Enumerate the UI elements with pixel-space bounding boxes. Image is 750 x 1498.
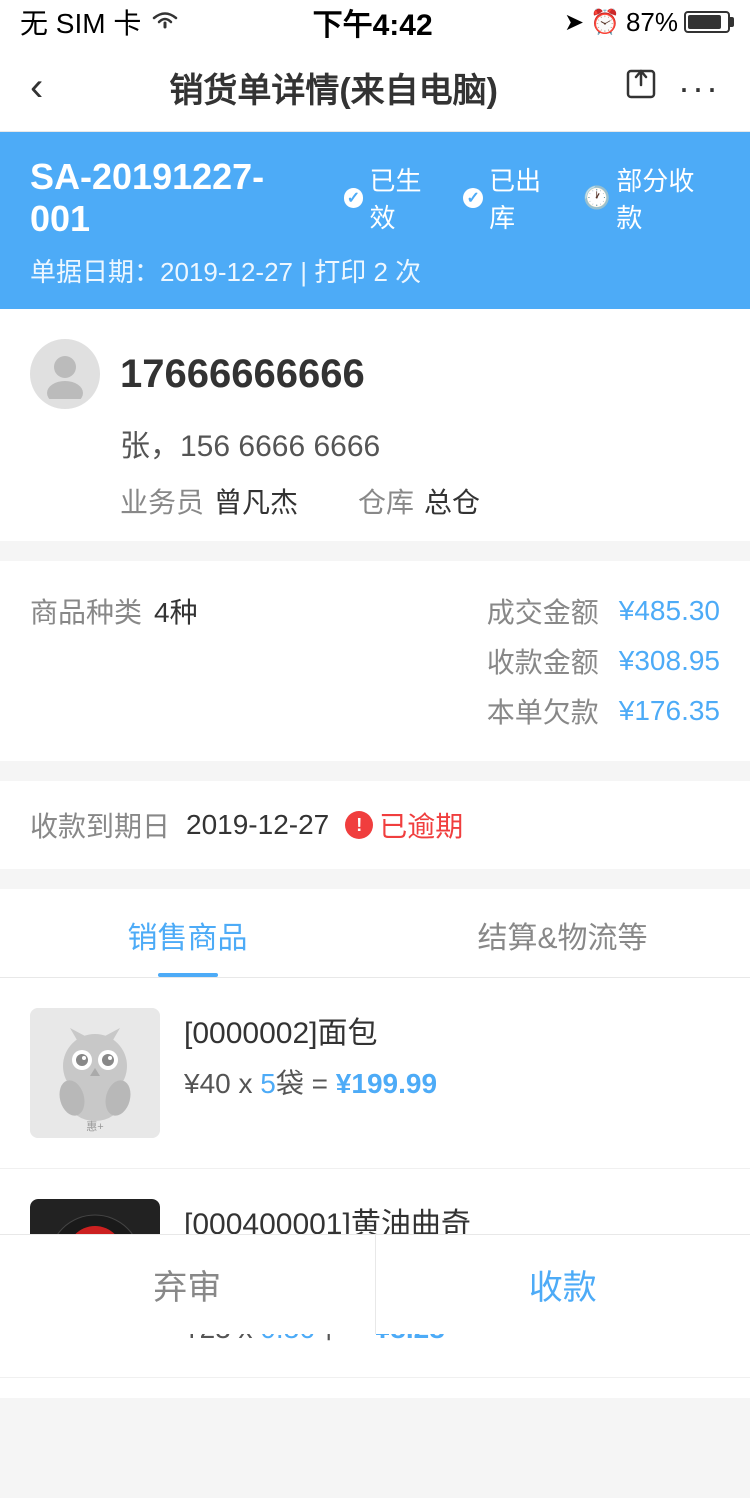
alarm-icon: ⏰	[590, 8, 620, 37]
collect-payment-button[interactable]: 收款	[376, 1235, 750, 1334]
order-id: SA-20191227-001	[30, 156, 324, 240]
tabs-row: 销售商品 结算&物流等	[0, 889, 750, 978]
bread-unit-price: ¥40	[184, 1068, 231, 1099]
amounts-right: 成交金额 ¥485.30 收款金额 ¥308.95 本单欠款 ¥176.35	[487, 591, 720, 731]
customer-meta: 业务员 曾凡杰 仓库 总仓	[30, 481, 720, 521]
nav-right-actions: ···	[624, 67, 720, 109]
nav-bar: ‹ 销货单详情(来自电脑) ···	[0, 44, 750, 132]
avatar	[30, 339, 100, 409]
overdue-badge: ! 已逾期	[345, 805, 463, 845]
battery-text: 87%	[626, 7, 678, 38]
status-partial-label: 部分收款	[616, 161, 720, 235]
salesperson-label: 业务员	[120, 481, 204, 521]
products-section: 惠+ [0000002]面包 ¥40 x 5袋 = ¥199.99	[0, 978, 750, 1398]
status-tag-partial: 🕐 部分收款	[583, 161, 720, 235]
warehouse-label: 仓库	[358, 481, 414, 521]
due-label: 收款到期日	[30, 805, 170, 845]
print-count: 2 次	[373, 257, 421, 287]
status-bar: 无 SIM 卡 下午4:42 ➤ ⏰ 87%	[0, 0, 750, 44]
amount-value: ¥485.30	[619, 595, 720, 627]
amount-row: 成交金额 ¥485.30	[487, 591, 720, 631]
status-tag-shipped: ✓ 已出库	[463, 161, 567, 235]
back-button[interactable]: ‹	[30, 65, 43, 110]
status-effective-label: 已生效	[369, 161, 447, 235]
order-date-row: 单据日期：2019-12-27 | 打印 2 次	[30, 252, 720, 289]
product-types: 商品种类 4种	[30, 591, 198, 631]
warehouse-item: 仓库 总仓	[358, 481, 480, 521]
amount-label: 成交金额	[487, 591, 599, 631]
status-shipped-label: 已出库	[489, 161, 567, 235]
salesperson-item: 业务员 曾凡杰	[120, 481, 298, 521]
shipped-dot: ✓	[463, 188, 483, 208]
page-title: 销货单详情(来自电脑)	[169, 63, 498, 112]
bread-qty: 5	[260, 1068, 276, 1099]
bread-unit: 袋	[276, 1068, 304, 1099]
bread-product-image: 惠+	[30, 1008, 160, 1138]
order-header: SA-20191227-001 ✓ 已生效 ✓ 已出库 🕐 部分收款 单据日期：…	[0, 132, 750, 309]
bread-total: ¥199.99	[336, 1068, 437, 1099]
more-products-indicator	[0, 1378, 750, 1398]
status-tags: ✓ 已生效 ✓ 已出库 🕐 部分收款	[344, 161, 721, 235]
more-icon[interactable]: ···	[678, 67, 720, 109]
battery-indicator	[684, 11, 730, 33]
status-right: ➤ ⏰ 87%	[564, 7, 730, 38]
order-id-row: SA-20191227-001 ✓ 已生效 ✓ 已出库 🕐 部分收款	[30, 156, 720, 240]
stats-section: 商品种类 4种 成交金额 ¥485.30 收款金额 ¥308.95 本单欠款 ¥…	[0, 561, 750, 761]
overdue-icon: !	[345, 811, 373, 839]
tab-settlement[interactable]: 结算&物流等	[375, 889, 750, 977]
share-icon[interactable]	[624, 67, 658, 109]
stats-row: 商品种类 4种 成交金额 ¥485.30 收款金额 ¥308.95 本单欠款 ¥…	[30, 591, 720, 731]
customer-phone-row: 张，156 6666 6666	[30, 421, 720, 465]
due-date-value: 2019-12-27	[186, 809, 329, 841]
cancel-audit-button[interactable]: 弃审	[0, 1235, 376, 1334]
customer-phone-number: 156 6666 6666	[180, 430, 380, 463]
debt-row: 本单欠款 ¥176.35	[487, 691, 720, 731]
svg-text:惠+: 惠+	[86, 1119, 103, 1133]
debt-label: 本单欠款	[487, 691, 599, 731]
collected-label: 收款金额	[487, 641, 599, 681]
product-name-bread: [0000002]面包	[184, 1008, 720, 1052]
product-types-value: 4种	[154, 591, 198, 631]
wifi-icon	[149, 6, 181, 38]
product-item: 惠+ [0000002]面包 ¥40 x 5袋 = ¥199.99	[0, 978, 750, 1169]
collected-row: 收款金额 ¥308.95	[487, 641, 720, 681]
order-date-value: 2019-12-27	[160, 257, 293, 287]
bread-times: x	[239, 1068, 261, 1099]
tab-sales-label: 销售商品	[128, 922, 248, 955]
print-label: 打印	[314, 257, 366, 287]
status-left: 无 SIM 卡	[20, 2, 181, 42]
tab-underline	[158, 973, 218, 977]
location-icon: ➤	[564, 8, 584, 37]
salesperson-value: 曾凡杰	[214, 481, 298, 521]
status-time: 下午4:42	[313, 0, 433, 44]
avatar-icon	[40, 349, 90, 399]
overdue-text: 已逾期	[379, 805, 463, 845]
clock-icon: 🕐	[583, 185, 610, 211]
bottom-bar: 弃审 收款	[0, 1234, 750, 1334]
carrier-text: 无 SIM 卡	[20, 2, 141, 42]
status-tag-effective: ✓ 已生效	[344, 161, 448, 235]
tab-settlement-label: 结算&物流等	[477, 922, 647, 955]
customer-name: 17666666666	[120, 352, 365, 397]
customer-surname: 张，	[120, 430, 180, 463]
warehouse-value: 总仓	[424, 481, 480, 521]
product-price-row-bread: ¥40 x 5袋 = ¥199.99	[184, 1062, 720, 1102]
customer-name-row: 17666666666	[30, 339, 720, 409]
due-section: 收款到期日 2019-12-27 ! 已逾期	[0, 781, 750, 869]
effective-dot: ✓	[344, 188, 364, 208]
product-thumb-bread: 惠+	[30, 1008, 160, 1138]
product-info-bread: [0000002]面包 ¥40 x 5袋 = ¥199.99	[184, 1008, 720, 1102]
tabs-section: 销售商品 结算&物流等	[0, 889, 750, 978]
tab-sales[interactable]: 销售商品	[0, 889, 375, 977]
bread-equals: =	[312, 1068, 336, 1099]
debt-value: ¥176.35	[619, 695, 720, 727]
customer-section: 17666666666 张，156 6666 6666 业务员 曾凡杰 仓库 总…	[0, 309, 750, 541]
product-types-label: 商品种类	[30, 591, 142, 631]
date-label: 单据日期：	[30, 257, 160, 287]
collected-value: ¥308.95	[619, 645, 720, 677]
